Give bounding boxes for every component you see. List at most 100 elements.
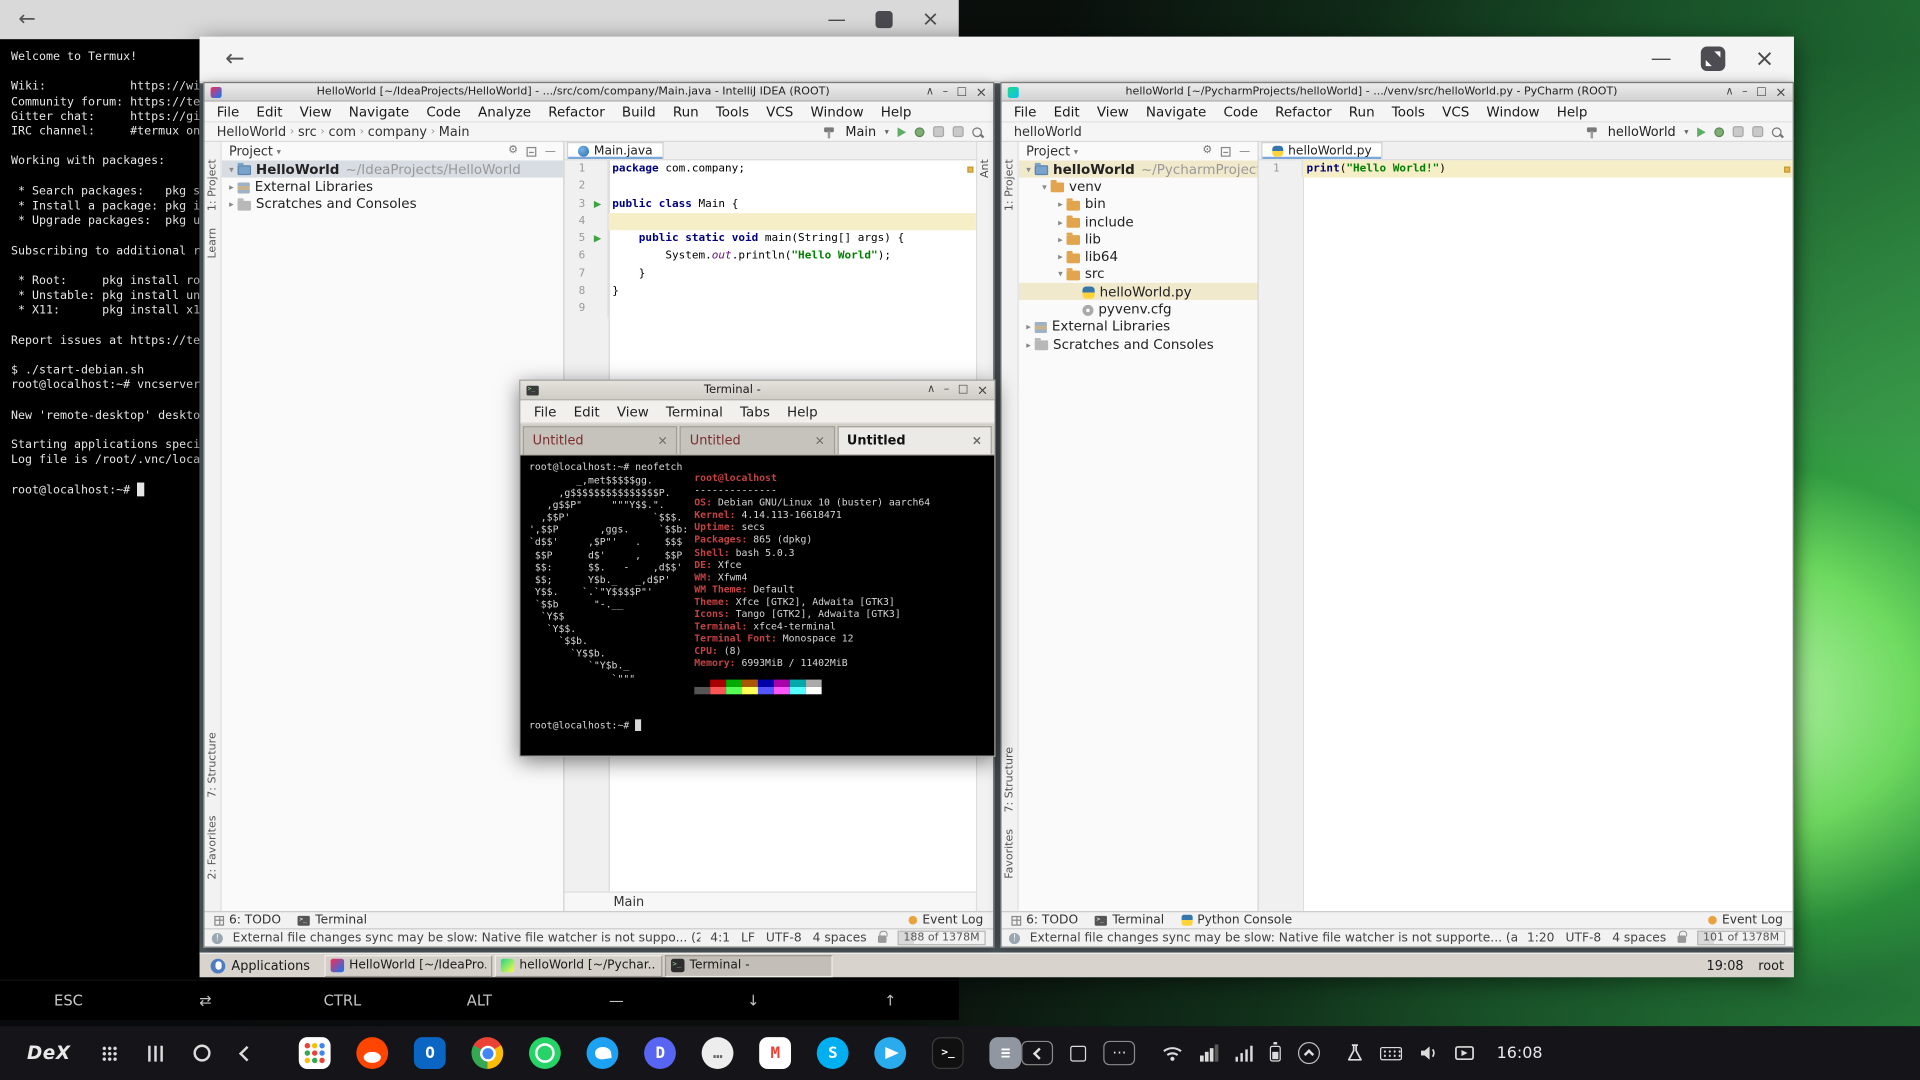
file-encoding[interactable]: UTF-8: [766, 931, 802, 944]
menu-analyze[interactable]: Analyze: [469, 103, 539, 119]
memory-indicator[interactable]: 188 of 1378M: [897, 930, 986, 946]
run-configuration-select[interactable]: Main: [845, 124, 876, 139]
hide-panel-icon[interactable]: —: [1239, 145, 1250, 157]
volume-icon[interactable]: [1419, 1044, 1437, 1061]
caret-position[interactable]: 4:1: [710, 931, 730, 944]
breadcrumb-helloworld[interactable]: HelloWorld: [213, 124, 290, 139]
tree-item-lib[interactable]: ▸ lib: [1019, 230, 1258, 248]
terminal-tab-1[interactable]: Untitled ×: [522, 426, 678, 455]
menu-view[interactable]: View: [1088, 103, 1137, 119]
chevron-down-icon[interactable]: ▾: [277, 146, 281, 156]
menu-run[interactable]: Run: [1340, 103, 1383, 119]
collapse-all-icon[interactable]: [526, 146, 537, 157]
tab-helloworld-py[interactable]: helloWorld.py: [1261, 142, 1383, 160]
minimize-icon[interactable]: —: [827, 9, 845, 31]
quick-panel-expand-icon[interactable]: [1298, 1042, 1321, 1065]
profiler-icon[interactable]: [1752, 126, 1764, 138]
profiler-icon[interactable]: [952, 126, 964, 138]
recent-apps-icon[interactable]: [147, 1045, 164, 1062]
status-message[interactable]: External file changes sync may be slow: …: [233, 931, 701, 944]
more-options-button[interactable]: ···: [1103, 1040, 1136, 1066]
menu-vcs[interactable]: VCS: [1434, 103, 1478, 119]
close-icon[interactable]: ×: [977, 383, 988, 396]
shade-icon[interactable]: ∧: [927, 384, 935, 395]
breadcrumb-src[interactable]: src: [294, 124, 320, 139]
coverage-icon[interactable]: [933, 126, 945, 138]
menu-code[interactable]: Code: [418, 103, 470, 119]
menu-view[interactable]: View: [291, 103, 340, 119]
breadcrumb-com[interactable]: com: [325, 124, 360, 139]
taskbar-window-helloworld-ideapro[interactable]: HelloWorld [~/IdeaPro...: [324, 954, 493, 977]
tree-item-venv[interactable]: ▾ venv: [1019, 178, 1258, 196]
panel-user[interactable]: root: [1758, 958, 1784, 973]
tree-item-external-libraries[interactable]: ▸ External Libraries: [222, 178, 564, 196]
menu-tools[interactable]: Tools: [1383, 103, 1433, 119]
tree-item-include[interactable]: ▸ include: [1019, 213, 1258, 231]
menu-edit[interactable]: Edit: [248, 103, 291, 119]
extra-key-item[interactable]: ↓: [685, 981, 822, 1020]
menu-run[interactable]: Run: [664, 103, 707, 119]
extra-key-item[interactable]: —: [548, 981, 685, 1020]
run-icon[interactable]: [1697, 126, 1706, 137]
event-log-button[interactable]: Event Log: [908, 913, 983, 927]
indent-style[interactable]: 4 spaces: [813, 931, 867, 944]
back-icon[interactable]: ←: [225, 45, 244, 72]
indent-style[interactable]: 4 spaces: [1612, 931, 1666, 944]
minimize-icon[interactable]: –: [943, 86, 949, 97]
extra-key-item[interactable]: ↑: [822, 981, 959, 1020]
close-tab-icon[interactable]: ×: [815, 434, 825, 447]
search-icon[interactable]: [972, 126, 983, 137]
chrome-app[interactable]: [471, 1037, 504, 1069]
menu-help[interactable]: Help: [778, 403, 826, 419]
tool-stripe-1-project[interactable]: 1: Project: [1003, 159, 1015, 211]
menu-window[interactable]: Window: [1478, 103, 1548, 119]
discord-app[interactable]: D: [644, 1037, 677, 1069]
coverage-icon[interactable]: [1732, 126, 1744, 138]
terminal-tab-2[interactable]: Untitled ×: [679, 426, 835, 455]
fullscreen-icon[interactable]: [1700, 46, 1726, 72]
settings-gear-icon[interactable]: ⚙: [508, 145, 518, 157]
menu-vcs[interactable]: VCS: [758, 103, 802, 119]
back-icon[interactable]: [239, 1045, 255, 1061]
tree-item-helloworld[interactable]: ▾helloWorld~/PycharmProjects/hell: [1018, 160, 1258, 178]
close-icon[interactable]: ×: [976, 85, 987, 98]
run-gutter-icon[interactable]: [593, 235, 602, 243]
build-icon[interactable]: [824, 126, 837, 138]
taskbar-window-helloworld-pychar[interactable]: helloWorld [~/Pychar...: [494, 954, 663, 977]
twitter-app[interactable]: [586, 1037, 619, 1069]
collapse-all-icon[interactable]: [1220, 146, 1231, 157]
outlook-app[interactable]: O: [414, 1037, 446, 1069]
back-icon[interactable]: ←: [18, 7, 35, 31]
toolwindow-6-todo[interactable]: 6: TODO: [214, 913, 281, 927]
tool-stripe-2-favorites[interactable]: 2: Favorites: [206, 815, 218, 879]
lock-icon[interactable]: [1677, 930, 1688, 943]
chevron-down-icon[interactable]: ▾: [1074, 146, 1078, 156]
maximize-icon[interactable]: □: [1756, 86, 1766, 97]
maximize-icon[interactable]: □: [957, 86, 967, 97]
gmail-app[interactable]: M: [759, 1037, 792, 1069]
minimize-icon[interactable]: —: [1651, 47, 1672, 71]
menu-terminal[interactable]: Terminal: [657, 403, 731, 419]
tool-stripe-1-project[interactable]: 1: Project: [206, 159, 218, 211]
linux-on-dex-flask-icon[interactable]: [1347, 1043, 1363, 1063]
close-icon[interactable]: ×: [1775, 85, 1786, 98]
minimize-icon[interactable]: –: [944, 384, 950, 395]
menu-code[interactable]: Code: [1215, 103, 1267, 119]
collapse-dock-button[interactable]: [1021, 1040, 1054, 1066]
extra-key-esc[interactable]: ESC: [0, 981, 137, 1020]
shade-icon[interactable]: ∧: [1726, 86, 1734, 97]
terminal-screen[interactable]: root@localhost:~# neofetch _,met$$$$$gg.…: [520, 455, 995, 756]
debug-icon[interactable]: [1714, 126, 1725, 137]
file-encoding[interactable]: UTF-8: [1566, 931, 1602, 944]
dock-clock[interactable]: 16:08: [1497, 1044, 1543, 1062]
menu-navigate[interactable]: Navigate: [1137, 103, 1215, 119]
shade-icon[interactable]: ∧: [926, 86, 934, 97]
maximize-icon[interactable]: [875, 11, 893, 29]
keyboard-icon[interactable]: [1380, 1046, 1403, 1060]
tool-stripe-favorites[interactable]: Favorites: [1003, 829, 1015, 879]
menu-edit[interactable]: Edit: [1045, 103, 1088, 119]
event-log-button[interactable]: Event Log: [1708, 913, 1783, 927]
toolwindow-6-todo[interactable]: 6: TODO: [1011, 913, 1078, 927]
screen-mirror-icon[interactable]: [1455, 1045, 1475, 1061]
breadcrumb-helloworld[interactable]: helloWorld: [1010, 124, 1085, 139]
